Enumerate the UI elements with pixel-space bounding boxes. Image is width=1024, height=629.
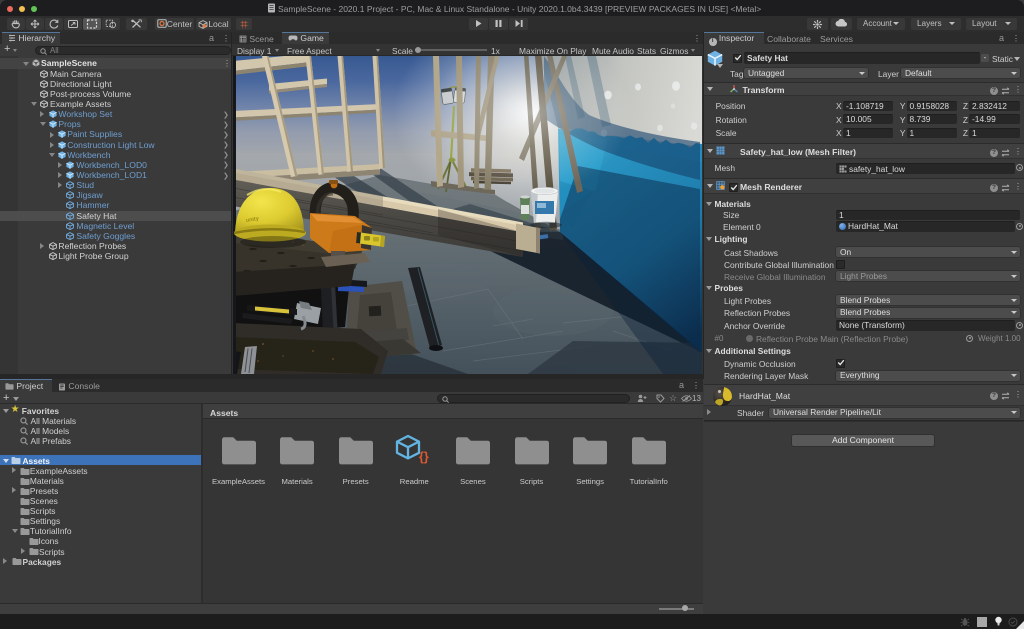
svg-text:{}: {} — [419, 450, 429, 464]
